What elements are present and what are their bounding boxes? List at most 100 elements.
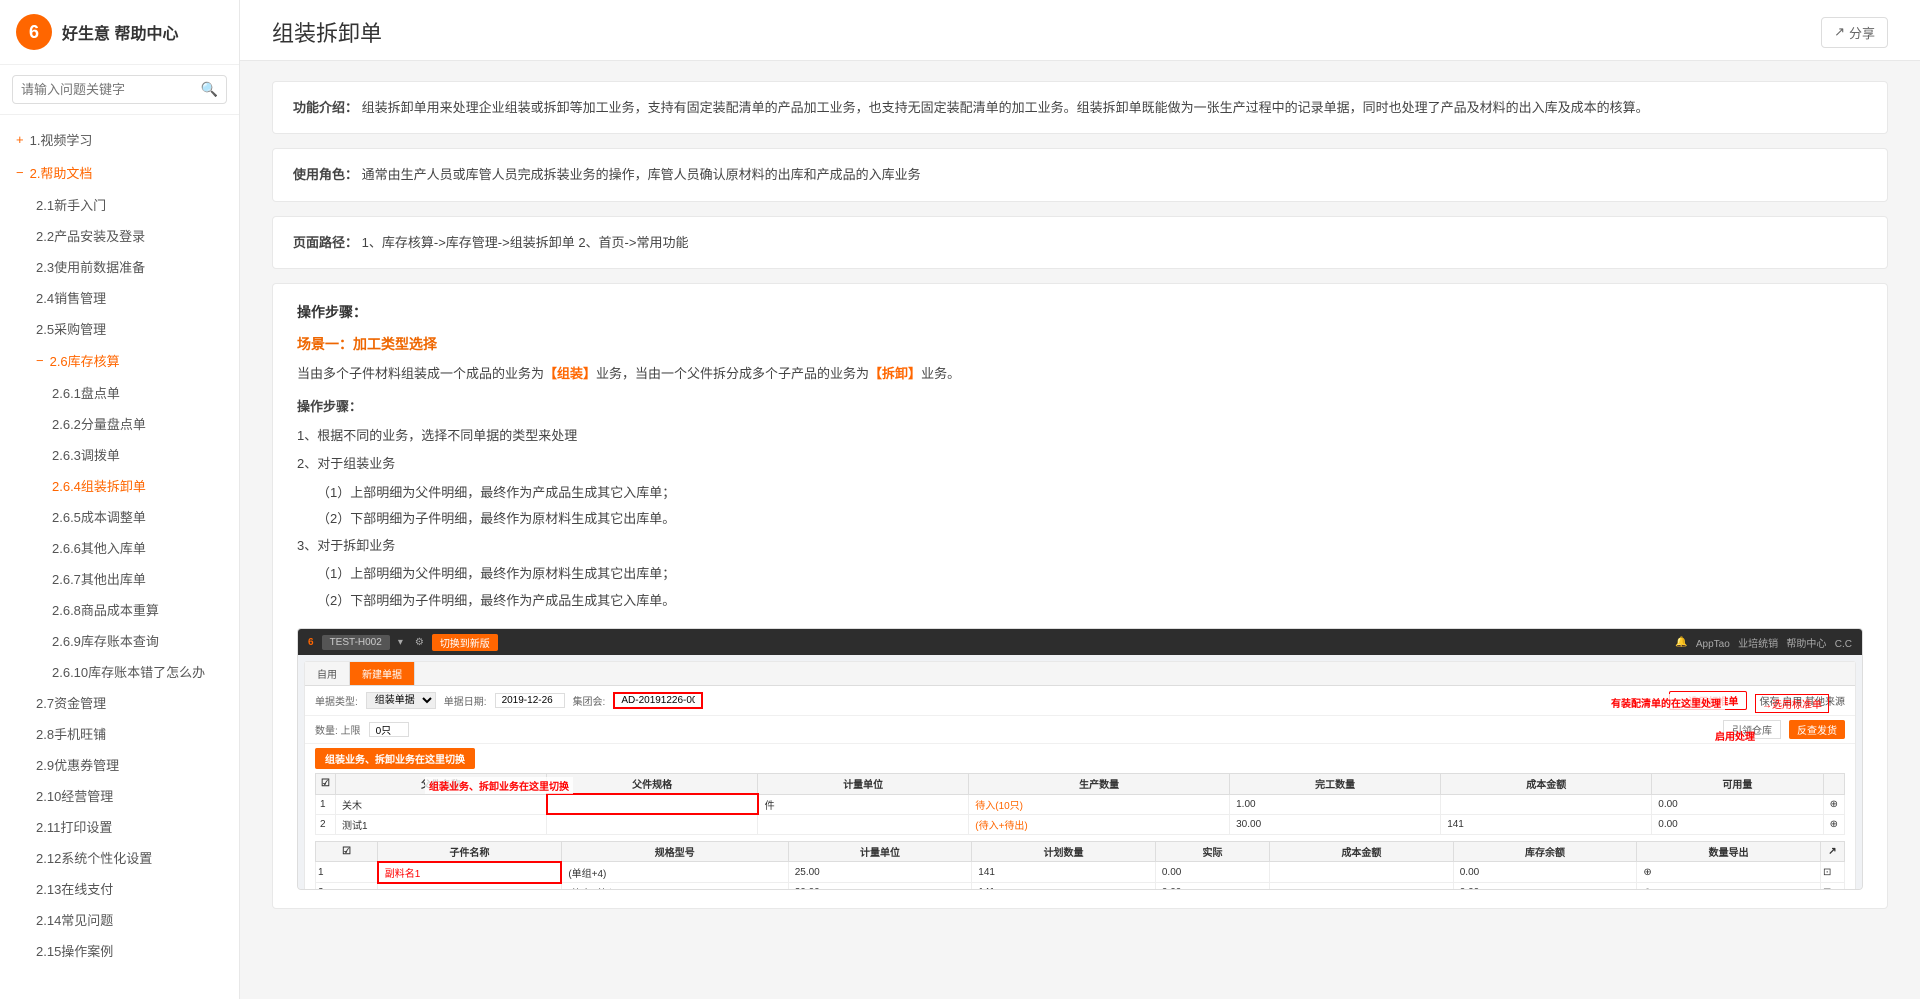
- main-content: 组装拆卸单 ↗ 分享 功能介绍： 组装拆卸单用来处理企业组装或拆卸等加工业务，支…: [240, 0, 1920, 999]
- sidebar-item-assembly[interactable]: 2.6.4组装拆卸单: [0, 470, 239, 501]
- sidebar-item-data-prep[interactable]: 2.3使用前数据准备: [0, 251, 239, 282]
- sidebar-item-other-inbound[interactable]: 2.6.6其他入库单: [0, 532, 239, 563]
- collapse-icon-inventory: −: [36, 353, 44, 368]
- step3-1: （1）上部明细为父件明细，最终作为原材料生成其它出库单；: [297, 562, 1863, 585]
- path-block: 页面路径： 1、库存核算->库存管理->组装拆卸单 2、首页->常用功能: [272, 216, 1888, 269]
- intro-block: 功能介绍： 组装拆卸单用来处理企业组装或拆卸等加工业务，支持有固定装配清单的产品…: [272, 81, 1888, 134]
- sidebar-item-stock-ledger[interactable]: 2.6.9库存账本查询: [0, 625, 239, 656]
- sidebar-item-customize[interactable]: 2.12系统个性化设置: [0, 842, 239, 873]
- search-input[interactable]: [21, 82, 201, 97]
- mock-sub-th-cost: 成本金额: [1270, 841, 1454, 862]
- annotation-select-standard: →选用标准单: [1755, 694, 1829, 713]
- search-box[interactable]: 🔍: [12, 75, 227, 104]
- mock-annotation-bar: 组装业务、拆卸业务在这里切换: [315, 748, 475, 769]
- annotation-has-bom: 有装配清单的在这里处理: [1607, 694, 1725, 711]
- logo-area: 6 好生意 帮助中心: [0, 0, 239, 65]
- sidebar-item-coupon[interactable]: 2.9优惠券管理: [0, 749, 239, 780]
- mock-num-label: 集团会:: [573, 693, 606, 708]
- sidebar-item-mobile[interactable]: 2.8手机旺铺: [0, 718, 239, 749]
- nav-tree: + 1.视频学习 − 2.帮助文档 2.1新手入门 2.2产品安装及登录 2.3…: [0, 115, 239, 999]
- share-icon: ↗: [1834, 24, 1845, 40]
- mock-th-done-qty: 完工数量: [1230, 774, 1441, 795]
- mock-sub-th-plan: 计划数量: [972, 841, 1156, 862]
- mock-nav-items: AppTao 业培统销 帮助中心 C.C: [1696, 635, 1852, 650]
- sidebar-item-cost-adjust[interactable]: 2.6.5成本调整单: [0, 501, 239, 532]
- step3: 3、对于拆卸业务: [297, 534, 1863, 559]
- sidebar-item-partial-stocktake[interactable]: 2.6.2分量盘点单: [0, 408, 239, 439]
- mock-th-parent-spec: 父件规格: [547, 774, 758, 795]
- intro-text: 组装拆卸单用来处理企业组装或拆卸等加工业务，支持有固定装配清单的产品加工业务，也…: [362, 100, 1649, 115]
- step2-1: （1）上部明细为父件明细，最终作为产成品生成其它入库单；: [297, 481, 1863, 504]
- step3-2: （2）下部明细为子件明细，最终作为产成品生成其它入库单。: [297, 589, 1863, 612]
- sidebar-item-operations[interactable]: 2.10经营管理: [0, 780, 239, 811]
- mock-sub-form: 数量: 上限 引领仓库 反查发货: [305, 716, 1855, 744]
- mock-date-input[interactable]: [495, 693, 565, 708]
- sidebar-item-video[interactable]: + 1.视频学习: [0, 123, 239, 156]
- mock-th-check: ☑: [316, 774, 336, 795]
- mock-screenshot: 6 TEST-H002 ▾ ⚙ 切换到新版 🔔 AppTao 业培统销 帮助中心…: [298, 629, 1862, 889]
- page-title: 组装拆卸单: [272, 16, 382, 48]
- annotation-switch: 组装业务、拆卸业务在这里切换: [425, 777, 573, 794]
- mock-switch-btn[interactable]: 切换到新版: [432, 634, 498, 651]
- mock-logo: 6: [308, 637, 314, 648]
- sidebar-item-help-docs[interactable]: − 2.帮助文档: [0, 156, 239, 189]
- mock-app-window: 自用 新建单据 单据类型: 组装单据 单据日期: 集团会: →: [304, 661, 1856, 889]
- step1: 1、根据不同的业务，选择不同单据的类型来处理: [297, 424, 1863, 449]
- sidebar-item-stocktake[interactable]: 2.6.1盘点单: [0, 377, 239, 408]
- sidebar-item-inventory[interactable]: − 2.6库存核算: [0, 344, 239, 377]
- mock-th-unit: 计量单位: [758, 774, 969, 795]
- mock-sub-table-area: ☑ 子件名称 规格型号 计量单位 计划数量 实际 成本金额 库存余额 数量导出: [305, 841, 1855, 890]
- search-icon[interactable]: 🔍: [201, 81, 218, 98]
- op-title: 操作步骤：: [297, 302, 1863, 322]
- intro-label: 功能介绍：: [293, 100, 358, 115]
- sidebar-item-online-pay[interactable]: 2.13在线支付: [0, 873, 239, 904]
- scenario1-title: 场景一：加工类型选择: [297, 334, 1863, 354]
- mock-tab-self[interactable]: 自用: [305, 662, 350, 685]
- content-area: 功能介绍： 组装拆卸单用来处理企业组装或拆卸等加工业务，支持有固定装配清单的产品…: [240, 61, 1920, 943]
- main-header: 组装拆卸单 ↗ 分享: [240, 0, 1920, 61]
- scenario1-desc: 当由多个子件材料组装成一个成品的业务为【组装】业务，当由一个父件拆分成多个子产品…: [297, 362, 1863, 387]
- mock-sub-th-stock: 库存余额: [1453, 841, 1637, 862]
- mock-sub-table: ☑ 子件名称 规格型号 计量单位 计划数量 实际 成本金额 库存余额 数量导出: [315, 841, 1845, 890]
- mock-date-label: 单据日期:: [444, 693, 487, 708]
- mock-sub-th-name: 子件名称: [378, 841, 562, 862]
- sidebar-item-print[interactable]: 2.11打印设置: [0, 811, 239, 842]
- sidebar-item-newbie[interactable]: 2.1新手入门: [0, 189, 239, 220]
- sidebar-item-sales[interactable]: 2.4销售管理: [0, 282, 239, 313]
- table-row: 2 测试1 (待入+待出) 30.00 141 0.00 ⊕: [316, 814, 1845, 834]
- mock-num-input[interactable]: [613, 692, 703, 709]
- sidebar: 6 好生意 帮助中心 🔍 + 1.视频学习 − 2.帮助文档 2.1新手入门 2…: [0, 0, 240, 999]
- step2-2: （2）下部明细为子件明细，最终作为原材料生成其它出库单。: [297, 507, 1863, 530]
- app-name: 好生意 帮助中心: [62, 20, 178, 44]
- role-block: 使用角色： 通常由生产人员或库管人员完成拆装业务的操作，库管人员确认原材料的出库…: [272, 148, 1888, 201]
- mock-qty-input[interactable]: [369, 722, 409, 737]
- table-row: 1 副料名1 (单组+4) 25.00 141 0.00 0.00 ⊕: [316, 862, 1845, 883]
- sidebar-item-purchase[interactable]: 2.5采购管理: [0, 313, 239, 344]
- screenshot-container: 6 TEST-H002 ▾ ⚙ 切换到新版 🔔 AppTao 业培统销 帮助中心…: [297, 628, 1863, 890]
- table-row: 1 关木 件 待入(10只) 1.00 0.00 ⊕: [316, 794, 1845, 814]
- mock-sub-th-export: 数量导出: [1637, 841, 1821, 862]
- mock-th-cost: 成本金额: [1441, 774, 1652, 795]
- sidebar-item-cost-recalc[interactable]: 2.6.8商品成本重算: [0, 594, 239, 625]
- mock-sub-th-unit: 计量单位: [788, 841, 972, 862]
- table-row: 2 测试 2 (待出+待入) 30.00 141 0.00 0.00 ⊕: [316, 883, 1845, 890]
- search-area: 🔍: [0, 65, 239, 115]
- mock-sub-th-spec: 规格型号: [561, 841, 788, 862]
- mock-tab-new[interactable]: 新建单据: [350, 662, 415, 685]
- sidebar-item-transfer[interactable]: 2.6.3调拨单: [0, 439, 239, 470]
- mock-th-action: [1823, 774, 1844, 795]
- sidebar-item-cases[interactable]: 2.15操作案例: [0, 935, 239, 966]
- sidebar-item-faq[interactable]: 2.14常见问题: [0, 904, 239, 935]
- path-label: 页面路径：: [293, 235, 358, 250]
- share-button[interactable]: ↗ 分享: [1821, 17, 1888, 48]
- sidebar-item-other-outbound[interactable]: 2.6.7其他出库单: [0, 563, 239, 594]
- mock-th-avail: 可用量: [1652, 774, 1823, 795]
- mock-type-select[interactable]: 组装单据: [366, 692, 436, 709]
- op-steps-subtitle: 操作步骤：: [297, 395, 1863, 420]
- mock-apply-btn[interactable]: 反查发货: [1789, 720, 1845, 739]
- sidebar-item-finance[interactable]: 2.7资金管理: [0, 687, 239, 718]
- sidebar-item-install[interactable]: 2.2产品安装及登录: [0, 220, 239, 251]
- app-logo-icon: 6: [16, 14, 52, 50]
- path-text: 1、库存核算->库存管理->组装拆卸单 2、首页->常用功能: [362, 235, 689, 250]
- sidebar-item-ledger-fix[interactable]: 2.6.10库存账本错了怎么办: [0, 656, 239, 687]
